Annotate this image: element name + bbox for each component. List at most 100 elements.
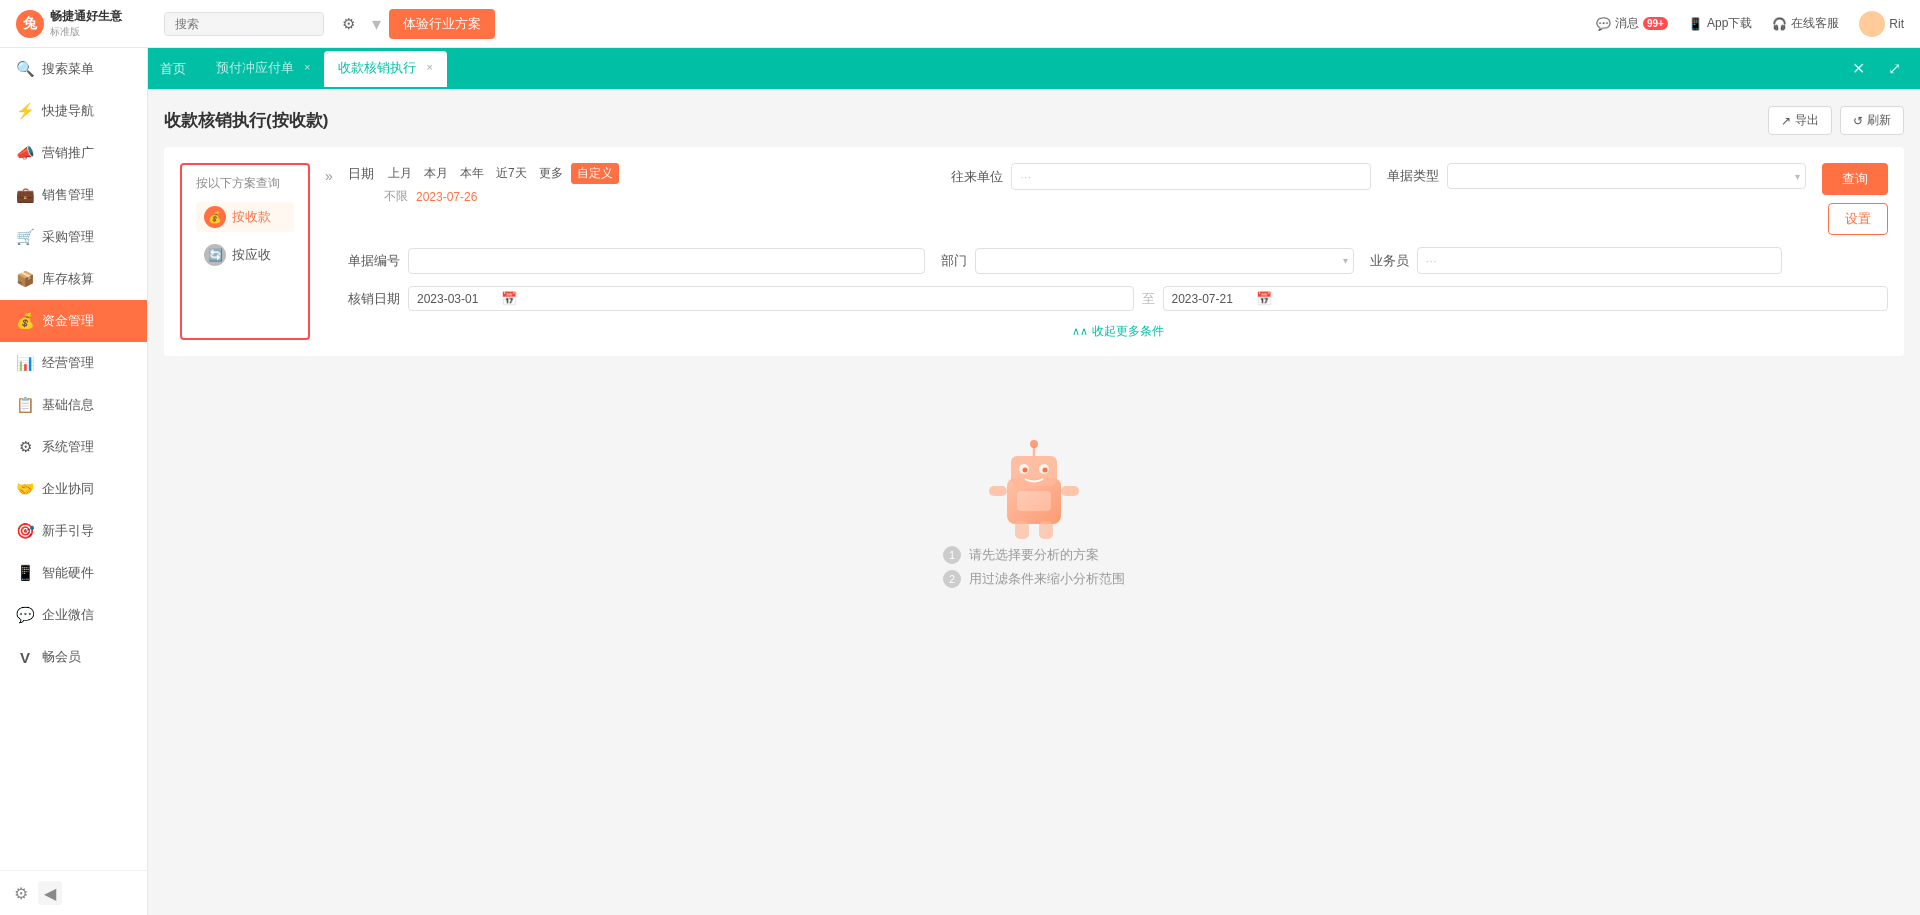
inventory-icon: 📦 [16, 270, 34, 288]
tab-home[interactable]: 首页 [160, 60, 202, 78]
date-7days[interactable]: 近7天 [492, 163, 531, 184]
sales-icon: 💼 [16, 186, 34, 204]
dept-select[interactable] [975, 248, 1353, 274]
offset-date-start-wrap[interactable]: 📅 [408, 286, 1134, 311]
sales-input[interactable]: ··· [1417, 247, 1782, 274]
svg-rect-7 [1061, 486, 1079, 496]
filter-option-by-receipt[interactable]: 💰 按收款 [196, 202, 294, 232]
search-input[interactable] [164, 12, 324, 36]
dropdown-icon[interactable]: ▾ [372, 13, 381, 35]
gear-icon[interactable]: ⚙ [332, 8, 364, 40]
by-receivable-label: 按应收 [232, 246, 271, 264]
sidebar-item-business[interactable]: 📊 经营管理 [0, 342, 147, 384]
page-actions: ↗ 导出 ↺ 刷新 [1768, 106, 1904, 135]
export-label: 导出 [1795, 112, 1819, 129]
export-icon: ↗ [1781, 114, 1791, 128]
filter-option-by-receivable[interactable]: 🔄 按应收 [196, 240, 294, 270]
counterpart-input[interactable]: ··· [1011, 163, 1370, 190]
tab-home-label: 首页 [160, 61, 186, 76]
dept-select-wrap: ▾ [975, 248, 1353, 274]
dept-filter: 部门 ▾ [941, 248, 1353, 274]
tab-receipt-close[interactable]: × [426, 62, 432, 73]
sidebar-label-wechat: 企业微信 [42, 606, 94, 624]
message-item[interactable]: 💬 消息 99+ [1596, 15, 1668, 32]
sidebar-collapse-button[interactable]: ◀ [38, 881, 62, 905]
date-custom[interactable]: 自定义 [571, 163, 619, 184]
offset-date-end-icon[interactable]: 📅 [1256, 291, 1272, 306]
sidebar-item-wechat[interactable]: 💬 企业微信 [0, 594, 147, 636]
sidebar-item-purchase[interactable]: 🛒 采购管理 [0, 216, 147, 258]
sidebar-label-marketing: 营销推广 [42, 144, 94, 162]
counterpart-label: 往来单位 [951, 168, 1003, 186]
collapse-more-btn[interactable]: ∧∧ 收起更多条件 [348, 319, 1888, 340]
refresh-button[interactable]: ↺ 刷新 [1840, 106, 1904, 135]
empty-hint-1: 1 请先选择要分析的方案 [943, 546, 1125, 564]
filter-conditions: 日期 上月 本月 本年 近7天 更多 自定义 [348, 163, 1888, 340]
sidebar-item-guide[interactable]: 🎯 新手引导 [0, 510, 147, 552]
sidebar-bottom: ⚙ ◀ [0, 870, 147, 915]
tab-prepay-offset[interactable]: 预付冲应付单 × [202, 49, 324, 89]
collapse-more-icon: ∧∧ [1072, 325, 1088, 338]
date-more[interactable]: 更多 [535, 163, 567, 184]
doctype-select-wrap: ▾ [1447, 163, 1806, 189]
sidebar-item-enterprise[interactable]: 🤝 企业协同 [0, 468, 147, 510]
sidebar-item-quick-nav[interactable]: ⚡ 快捷导航 [0, 90, 147, 132]
sidebar-item-system[interactable]: ⚙ 系统管理 [0, 426, 147, 468]
enterprise-icon: 🤝 [16, 480, 34, 498]
date-filter-group: 日期 上月 本月 本年 近7天 更多 自定义 [348, 163, 935, 205]
sidebar-item-member[interactable]: V 畅会员 [0, 636, 147, 678]
topbar: 兔 畅捷通好生意 标准版 ⚙ ▾ 体验行业方案 💬 消息 99+ 📱 App下载… [0, 0, 1920, 48]
offset-date-end[interactable] [1172, 292, 1252, 306]
tab-expand-action[interactable]: ⤢ [1880, 55, 1908, 83]
counterpart-dots: ··· [1020, 169, 1031, 184]
sidebar-item-search-menu[interactable]: 🔍 搜索菜单 [0, 48, 147, 90]
online-service-item[interactable]: 🎧 在线客服 [1772, 15, 1839, 32]
service-label: 在线客服 [1791, 15, 1839, 32]
tab-receipt-offset[interactable]: 收款核销执行 × [324, 51, 446, 87]
by-receivable-icon: 🔄 [204, 244, 226, 266]
filter-actions: 查询 设置 [1822, 163, 1888, 235]
setting-button[interactable]: 设置 [1828, 203, 1888, 235]
sidebar-item-hardware[interactable]: 📱 智能硬件 [0, 552, 147, 594]
offset-date-end-wrap[interactable]: 📅 [1163, 286, 1889, 311]
filter-row-2: 单据编号 部门 ▾ [348, 247, 1888, 274]
content-area: 首页 预付冲应付单 × 收款核销执行 × ✕ ⤢ 收款核销执行(按收款) ↗ [148, 48, 1920, 915]
date-this-year[interactable]: 本年 [456, 163, 488, 184]
logo-icon: 兔 [16, 10, 44, 38]
offset-date-start[interactable] [417, 292, 497, 306]
sidebar-item-inventory[interactable]: 📦 库存核算 [0, 258, 147, 300]
tab-prepay-close[interactable]: × [304, 62, 310, 73]
app-download-item[interactable]: 📱 App下载 [1688, 15, 1752, 32]
offset-date-start-icon[interactable]: 📅 [501, 291, 517, 306]
date-last-month[interactable]: 上月 [384, 163, 416, 184]
sidebar-item-sales[interactable]: 💼 销售管理 [0, 174, 147, 216]
empty-hint-2: 2 用过滤条件来缩小分析范围 [943, 570, 1125, 588]
user-area[interactable]: Rit [1859, 11, 1904, 37]
page-header: 收款核销执行(按收款) ↗ 导出 ↺ 刷新 [164, 106, 1904, 135]
docnum-input[interactable] [408, 248, 925, 274]
date-label-row: 日期 上月 本月 本年 近7天 更多 自定义 [348, 163, 935, 184]
doctype-select[interactable] [1447, 163, 1806, 189]
export-button[interactable]: ↗ 导出 [1768, 106, 1832, 135]
solution-button[interactable]: 体验行业方案 [389, 9, 495, 39]
date-this-month[interactable]: 本月 [420, 163, 452, 184]
sales-filter: 业务员 ··· [1370, 247, 1782, 274]
hint-text-1: 请先选择要分析的方案 [969, 546, 1099, 564]
empty-hints: 1 请先选择要分析的方案 2 用过滤条件来缩小分析范围 [943, 546, 1125, 588]
dept-label: 部门 [941, 252, 967, 270]
purchase-icon: 🛒 [16, 228, 34, 246]
query-button[interactable]: 查询 [1822, 163, 1888, 195]
filter-panel: 按以下方案查询 💰 按收款 🔄 按应收 » [164, 147, 1904, 356]
tab-close-action[interactable]: ✕ [1844, 55, 1872, 83]
sidebar-label-search-menu: 搜索菜单 [42, 60, 94, 78]
sidebar-label-hardware: 智能硬件 [42, 564, 94, 582]
page-title: 收款核销执行(按收款) [164, 109, 328, 132]
sidebar-settings-icon[interactable]: ⚙ [14, 884, 28, 903]
app-icon: 📱 [1688, 17, 1703, 31]
sidebar-item-finance[interactable]: 💰 资金管理 [0, 300, 147, 342]
sidebar-item-basic-info[interactable]: 📋 基础信息 [0, 384, 147, 426]
filter-collapse-button[interactable]: » [318, 165, 340, 187]
member-icon: V [16, 649, 34, 666]
offset-date-separator: 至 [1142, 290, 1155, 308]
sidebar-item-marketing[interactable]: 📣 营销推广 [0, 132, 147, 174]
